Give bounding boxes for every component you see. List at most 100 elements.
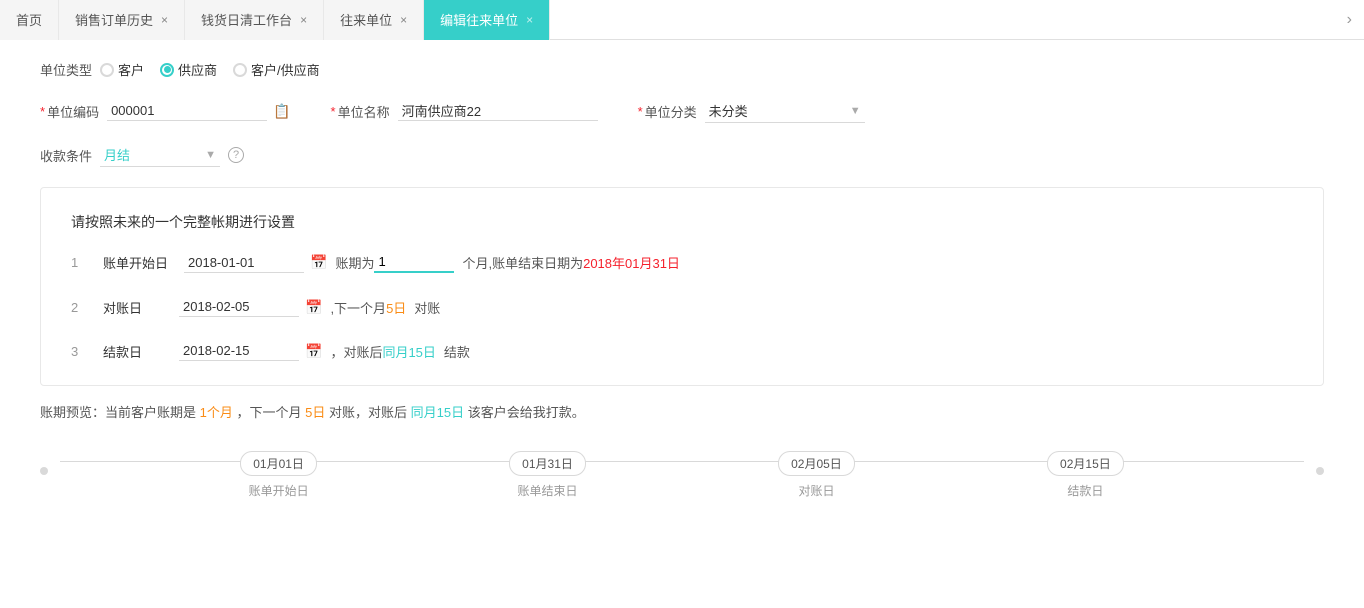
unit-category-required: * [638, 104, 643, 119]
timeline-node-3-date: 02月05日 [778, 451, 855, 476]
timeline-node-4-label: 结款日 [1067, 482, 1103, 499]
unit-name-label: 单位名称 [338, 102, 390, 121]
tab-partners[interactable]: 往来单位 × [324, 0, 424, 40]
radio-supplier-circle [160, 63, 174, 77]
unit-name-group: * 单位名称 [331, 101, 598, 121]
close-sales-history-icon[interactable]: × [161, 13, 168, 27]
tab-edit-partner-label: 编辑往来单位 [440, 10, 518, 29]
timeline-node-2-label: 账单结束日 [518, 482, 578, 499]
period-row-2-highlight: 5日 [386, 298, 406, 317]
radio-both[interactable]: 客户/供应商 [233, 60, 320, 79]
period-row-2-num: 2 [71, 300, 91, 315]
radio-supplier-label: 供应商 [178, 60, 217, 79]
unit-name-required: * [331, 104, 336, 119]
period-payment-cal-icon[interactable]: 📅 [305, 343, 322, 360]
payment-label: 收款条件 [40, 146, 92, 165]
period-months-input[interactable] [374, 252, 454, 273]
period-box: 请按照未来的一个完整帐期进行设置 1 账单开始日 📅 账期为 个月,账单结束日期… [40, 187, 1324, 386]
tab-home-label: 首页 [16, 10, 42, 29]
unit-type-row: 单位类型 客户 供应商 客户/供应商 [40, 60, 1324, 79]
payment-help-icon[interactable]: ? [228, 147, 244, 163]
payment-dropdown[interactable]: 月结 ▼ [100, 143, 220, 167]
preview-highlight1: 1个月 [200, 405, 233, 420]
unit-code-input[interactable] [107, 101, 267, 121]
payment-arrow-icon: ▼ [205, 149, 216, 161]
tabs-bar: 首页 销售订单历史 × 钱货日清工作台 × 往来单位 × 编辑往来单位 × › [0, 0, 1364, 40]
preview-highlight2: 5日 [305, 405, 325, 420]
preview-prefix: 账期预览：当前客户账期是 [40, 405, 196, 420]
unit-info-row: * 单位编码 📋 * 单位名称 * 单位分类 未分类 ▼ [40, 99, 1324, 123]
unit-category-dropdown[interactable]: 未分类 ▼ [705, 99, 865, 123]
tab-home[interactable]: 首页 [0, 0, 59, 40]
tab-sales-history[interactable]: 销售订单历史 × [59, 0, 185, 40]
timeline-node-1-label: 账单开始日 [249, 482, 309, 499]
radio-both-circle [233, 63, 247, 77]
period-row-1: 1 账单开始日 📅 账期为 个月,账单结束日期为 2018年01月31日 [71, 252, 1293, 273]
timeline-node-1: 01月01日 账单开始日 [240, 451, 317, 499]
preview-suffix: 该客户会给我打款。 [468, 405, 585, 420]
period-row-1-label: 账单开始日 [103, 253, 168, 272]
timeline-node-4: 02月15日 结款日 [1047, 451, 1124, 499]
unit-category-label: 单位分类 [645, 102, 697, 121]
page-content: 单位类型 客户 供应商 客户/供应商 * 单位编码 [0, 40, 1364, 608]
unit-category-group: * 单位分类 未分类 ▼ [638, 99, 865, 123]
timeline-node-2-date: 01月31日 [509, 451, 586, 476]
period-reconcile-date-input[interactable] [179, 297, 299, 317]
timeline-points: 01月01日 账单开始日 01月31日 账单结束日 02月05日 对账日 02月… [40, 451, 1324, 499]
period-row-2-suffix: 对账 [414, 298, 440, 317]
preview-highlight3: 同月15日 [411, 405, 464, 420]
preview-mid2: 对账，对账后 [329, 405, 407, 420]
close-partners-icon[interactable]: × [400, 13, 407, 27]
preview-mid1: ，下一个月 [237, 405, 302, 420]
timeline-node-4-date: 02月15日 [1047, 451, 1124, 476]
period-row-3-label: 结款日 [103, 342, 163, 361]
timeline-node-1-date: 01月01日 [240, 451, 317, 476]
period-start-cal-icon[interactable]: 📅 [310, 254, 327, 271]
tab-edit-partner[interactable]: 编辑往来单位 × [424, 0, 550, 40]
timeline-start-dot [40, 467, 48, 475]
preview-text: 账期预览：当前客户账期是 1个月 ，下一个月 5日 对账，对账后 同月15日 该… [40, 402, 1324, 421]
period-row-3-num: 3 [71, 344, 91, 359]
period-row-1-num: 1 [71, 255, 91, 270]
timeline-end-dot [1316, 467, 1324, 475]
period-row-1-suffix: 个月,账单结束日期为 [462, 253, 583, 272]
tab-cashflow[interactable]: 钱货日清工作台 × [185, 0, 324, 40]
unit-code-group: * 单位编码 📋 [40, 101, 291, 121]
unit-category-value: 未分类 [709, 101, 842, 120]
period-row-3-highlight: 同月15日 [382, 342, 435, 361]
period-payment-date-input[interactable] [179, 341, 299, 361]
close-cashflow-icon[interactable]: × [300, 13, 307, 27]
period-row-3-suffix: 结款 [444, 342, 470, 361]
radio-supplier[interactable]: 供应商 [160, 60, 217, 79]
tab-partners-label: 往来单位 [340, 10, 392, 29]
period-row-1-end-date: 2018年01月31日 [583, 253, 680, 272]
tabs-more-icon[interactable]: › [1335, 11, 1364, 29]
unit-code-copy-icon[interactable]: 📋 [273, 103, 290, 120]
unit-code-required: * [40, 104, 45, 119]
period-row-3: 3 结款日 📅 ，对账后 同月15日 结款 [71, 341, 1293, 361]
radio-customer[interactable]: 客户 [100, 60, 144, 79]
period-row-2-prefix: ,下一个月 [330, 298, 386, 317]
unit-type-group: 单位类型 客户 供应商 客户/供应商 [40, 60, 320, 79]
period-row-2: 2 对账日 📅 ,下一个月 5日 对账 [71, 297, 1293, 317]
timeline: 01月01日 账单开始日 01月31日 账单结束日 02月05日 对账日 02月… [40, 441, 1324, 509]
close-edit-partner-icon[interactable]: × [526, 13, 533, 27]
radio-both-label: 客户/供应商 [251, 60, 320, 79]
unit-name-input[interactable] [398, 101, 598, 121]
payment-row: 收款条件 月结 ▼ ? [40, 143, 1324, 167]
timeline-node-3: 02月05日 对账日 [778, 451, 855, 499]
period-reconcile-cal-icon[interactable]: 📅 [305, 299, 322, 316]
unit-type-label: 单位类型 [40, 60, 92, 79]
period-start-date-input[interactable] [184, 253, 304, 273]
radio-customer-label: 客户 [118, 60, 144, 79]
timeline-node-3-label: 对账日 [798, 482, 834, 499]
tab-sales-history-label: 销售订单历史 [75, 10, 153, 29]
period-box-title: 请按照未来的一个完整帐期进行设置 [71, 212, 1293, 232]
period-row-3-prefix: ，对账后 [330, 342, 382, 361]
radio-customer-circle [100, 63, 114, 77]
timeline-node-2: 01月31日 账单结束日 [509, 451, 586, 499]
unit-code-label: 单位编码 [47, 102, 99, 121]
unit-category-arrow-icon: ▼ [850, 105, 861, 117]
tab-cashflow-label: 钱货日清工作台 [201, 10, 292, 29]
radio-group: 客户 供应商 客户/供应商 [100, 60, 320, 79]
